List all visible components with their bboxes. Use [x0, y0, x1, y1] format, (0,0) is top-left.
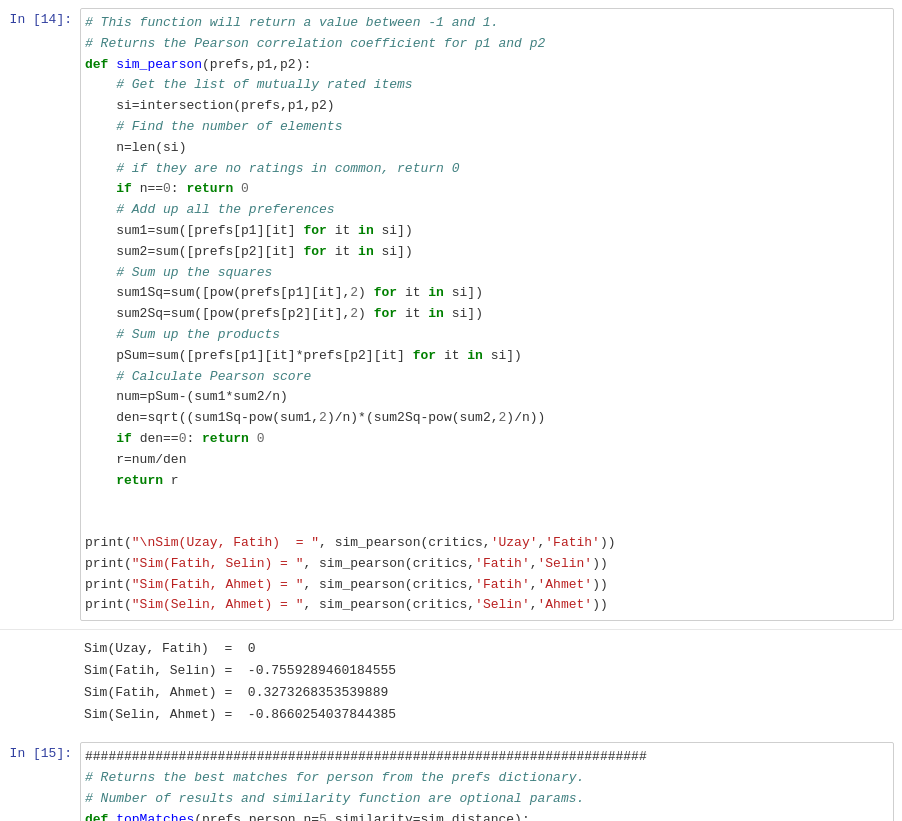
cell-15-content[interactable]: ########################################…: [80, 742, 894, 821]
cell-14-code: # This function will return a value betw…: [85, 13, 885, 616]
cell-14-label: In [14]:: [0, 8, 80, 621]
output-14-label: [0, 634, 80, 730]
cell-15-code: ########################################…: [85, 747, 885, 821]
notebook: In [14]: # This function will return a v…: [0, 0, 902, 821]
cell-14-content[interactable]: # This function will return a value betw…: [80, 8, 894, 621]
output-14-text: Sim(Uzay, Fatih) = 0 Sim(Fatih, Selin) =…: [80, 634, 894, 730]
cell-15: In [15]: ###############################…: [0, 734, 902, 821]
output-14: Sim(Uzay, Fatih) = 0 Sim(Fatih, Selin) =…: [0, 630, 902, 734]
cell-15-label: In [15]:: [0, 742, 80, 821]
cell-14: In [14]: # This function will return a v…: [0, 0, 902, 630]
